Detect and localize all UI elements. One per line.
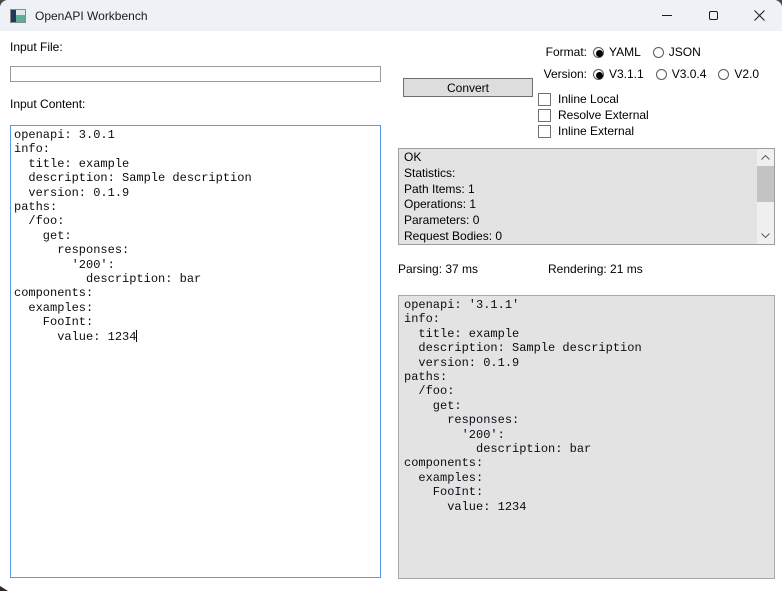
inline-local-label: Inline Local: [558, 92, 619, 106]
radio-version-v20-label[interactable]: V2.0: [734, 67, 759, 81]
output-content-text: openapi: '3.1.1' info: title: example de…: [404, 298, 642, 514]
input-file-field[interactable]: [10, 66, 381, 82]
input-file-label: Input File:: [10, 40, 63, 54]
radio-format-yaml-label[interactable]: YAML: [609, 45, 641, 59]
checkbox-inline-external[interactable]: Inline External: [538, 123, 649, 139]
resolve-external-checkbox-box: [538, 109, 551, 122]
parsing-time-label: Parsing: 37 ms: [398, 262, 478, 276]
maximize-icon: [709, 11, 718, 20]
radio-format-json-label[interactable]: JSON: [669, 45, 701, 59]
title-bar: OpenAPI Workbench: [0, 0, 782, 31]
format-group-label: Format:: [540, 45, 587, 59]
scroll-down-icon[interactable]: [757, 228, 774, 243]
status-line: OK: [404, 150, 769, 166]
checkbox-inline-local[interactable]: Inline Local: [538, 91, 649, 107]
text-caret: [136, 330, 137, 342]
resolve-external-label: Resolve External: [558, 108, 649, 122]
output-content-panel: openapi: '3.1.1' info: title: example de…: [398, 295, 775, 579]
inline-external-checkbox-box: [538, 125, 551, 138]
version-radio-group: Version: V3.1.1 V3.0.4 V2.0: [540, 66, 771, 82]
window-title: OpenAPI Workbench: [35, 9, 148, 23]
status-panel: OK Statistics: Path Items: 1 Operations:…: [398, 148, 775, 245]
close-icon: [754, 10, 765, 21]
status-scrollbar[interactable]: [757, 149, 774, 244]
convert-button-label: Convert: [447, 81, 489, 95]
minimize-icon: [662, 15, 672, 16]
close-button[interactable]: [736, 0, 782, 31]
convert-button[interactable]: Convert: [403, 78, 533, 97]
status-line: Request Bodies: 0: [404, 229, 769, 245]
status-line: Operations: 1: [404, 197, 769, 213]
scroll-up-icon[interactable]: [757, 150, 774, 165]
status-line: Parameters: 0: [404, 213, 769, 229]
input-content-label: Input Content:: [10, 97, 85, 111]
mouse-cursor-artifact: [0, 586, 8, 591]
radio-version-v304[interactable]: [656, 69, 667, 80]
status-line: Path Items: 1: [404, 182, 769, 198]
version-group-label: Version:: [540, 67, 587, 81]
options-checkbox-group: Inline Local Resolve External Inline Ext…: [538, 91, 649, 139]
input-content-editor[interactable]: openapi: 3.0.1 info: title: example desc…: [10, 125, 381, 578]
radio-version-v311-label[interactable]: V3.1.1: [609, 67, 644, 81]
window-controls: [644, 0, 782, 31]
status-lines: OK Statistics: Path Items: 1 Operations:…: [399, 149, 774, 245]
app-icon: [10, 8, 26, 24]
minimize-button[interactable]: [644, 0, 690, 31]
scrollbar-thumb[interactable]: [757, 166, 774, 202]
inline-local-checkbox-box: [538, 93, 551, 106]
status-line: Statistics:: [404, 166, 769, 182]
radio-version-v304-label[interactable]: V3.0.4: [672, 67, 707, 81]
inline-external-label: Inline External: [558, 124, 634, 138]
radio-format-yaml[interactable]: [593, 47, 604, 58]
app-window: OpenAPI Workbench Input File: Input Cont…: [0, 0, 782, 591]
radio-version-v20[interactable]: [718, 69, 729, 80]
rendering-time-label: Rendering: 21 ms: [548, 262, 643, 276]
maximize-button[interactable]: [690, 0, 736, 31]
input-content-text: openapi: 3.0.1 info: title: example desc…: [14, 128, 252, 344]
checkbox-resolve-external[interactable]: Resolve External: [538, 107, 649, 123]
radio-version-v311[interactable]: [593, 69, 604, 80]
radio-format-json[interactable]: [653, 47, 664, 58]
format-radio-group: Format: YAML JSON: [540, 44, 713, 60]
